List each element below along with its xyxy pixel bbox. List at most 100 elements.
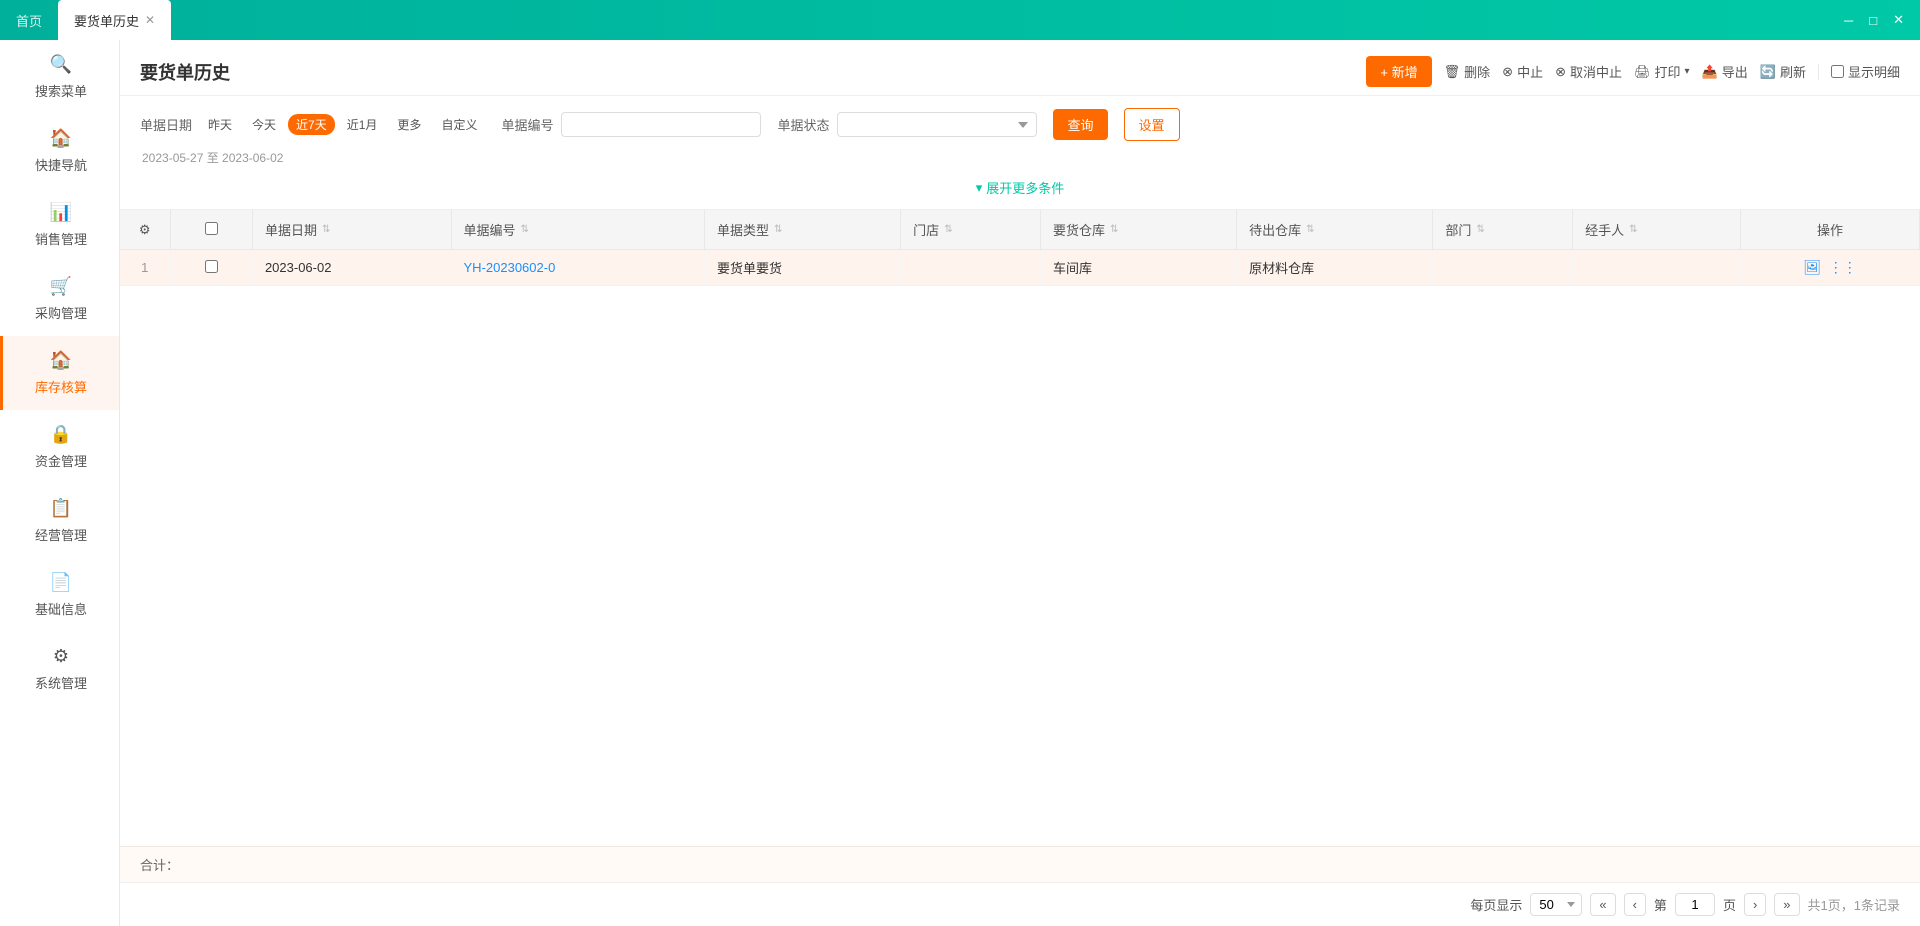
settings-button[interactable]: 设置 [1124,108,1180,141]
refresh-button[interactable]: 🔄 刷新 [1760,62,1806,81]
row-op: 🖼 ⋮⋮ [1741,250,1920,286]
row-from-wh: 车间库 [1040,250,1236,286]
stop-button[interactable]: ⊗ 中止 [1502,62,1543,81]
filter-expand-row: ▾ 展开更多条件 [140,170,1900,197]
minimize-icon[interactable]: ─ [1844,13,1853,28]
cancel-stop-button[interactable]: ⊗ 取消中止 [1555,62,1622,81]
sidebar-item-finance[interactable]: 🔒 资金管理 [0,410,119,484]
row-no-link[interactable]: YH-20230602-0 [464,260,556,275]
docno-filter-label: 单据编号 [501,115,553,134]
date-tabs: 昨天 今天 近7天 近1月 更多 自定义 [200,114,485,135]
handler-sort-icon[interactable]: ⇅ [1629,224,1637,235]
date-tab-today[interactable]: 今天 [244,114,284,135]
sidebar-item-purchase-label: 采购管理 [35,303,87,322]
jump-suffix: 页 [1723,895,1736,914]
expand-filter-button[interactable]: ▾ 展开更多条件 [976,178,1065,197]
print-icon: 🖨 [1634,64,1651,80]
date-tab-custom[interactable]: 自定义 [433,114,485,135]
display-label: 显示明细 [1848,62,1900,81]
new-button[interactable]: + 新增 [1366,56,1431,87]
dept-sort-icon[interactable]: ⇅ [1476,224,1484,235]
table-container: ⚙ 单据日期 ⇅ 单据编号 [120,210,1920,846]
delete-button[interactable]: 🗑 删除 [1444,62,1491,81]
date-tab-7days[interactable]: 近7天 [288,114,335,135]
sidebar-item-inventory[interactable]: 🏠 库存核算 [0,336,119,410]
date-tab-yesterday[interactable]: 昨天 [200,114,240,135]
refresh-label: 刷新 [1780,62,1806,81]
export-label: 导出 [1722,62,1748,81]
sidebar-item-purchase[interactable]: 🛒 采购管理 [0,262,119,336]
row-checkbox[interactable] [205,260,218,273]
print-button[interactable]: 🖨 打印 ▾ [1634,62,1690,81]
row-no[interactable]: YH-20230602-0 [451,250,704,286]
delete-label: 删除 [1464,62,1490,81]
cancel-stop-label: 取消中止 [1570,62,1622,81]
search-menu-icon: 🔍 [50,54,72,75]
delete-icon: 🗑 [1444,64,1461,80]
sidebar-item-operation[interactable]: 📋 经营管理 [0,484,119,558]
sidebar-item-search[interactable]: 🔍 搜索菜单 [0,40,119,114]
page-info: 共1页，1条记录 [1808,895,1900,914]
data-table: ⚙ 单据日期 ⇅ 单据编号 [120,210,1920,286]
sales-icon: 📊 [50,202,72,223]
prev-page-button[interactable]: ‹ [1624,893,1646,916]
main-layout: 🔍 搜索菜单 🏠 快捷导航 📊 销售管理 🛒 采购管理 🏠 库存核算 🔒 资金管… [0,40,1920,926]
sidebar-item-basic[interactable]: 📄 基础信息 [0,558,119,632]
maximize-icon[interactable]: □ [1869,13,1877,28]
pagination: 每页显示 50 10 20 100 « ‹ 第 页 › » 共1页，1条记录 [120,882,1920,926]
display-toggle[interactable]: 显示明细 [1831,62,1900,81]
close-icon[interactable]: ✕ [1893,12,1904,28]
sidebar-item-sales[interactable]: 📊 销售管理 [0,188,119,262]
date-tab-1month[interactable]: 近1月 [339,114,386,135]
stop-icon: ⊗ [1502,64,1513,80]
row-to-wh: 原材料仓库 [1237,250,1433,286]
next-page-button[interactable]: › [1744,893,1766,916]
select-all-checkbox[interactable] [205,222,218,235]
date-tab-more[interactable]: 更多 [389,114,429,135]
summary-label: 合计： [140,855,179,874]
system-icon: ⚙ [53,646,69,667]
sidebar-item-system-label: 系统管理 [35,673,87,692]
finance-icon: 🔒 [50,424,72,445]
type-sort-icon[interactable]: ⇅ [774,224,782,235]
docno-input[interactable] [561,112,761,137]
store-sort-icon[interactable]: ⇅ [944,224,952,235]
sidebar-item-search-label: 搜索菜单 [35,81,87,100]
export-button[interactable]: 📤 导出 [1702,62,1748,81]
tab-close-icon[interactable]: ✕ [145,13,155,27]
first-page-button[interactable]: « [1590,893,1615,916]
status-select[interactable] [837,112,1037,137]
from-wh-sort-icon[interactable]: ⇅ [1110,224,1118,235]
query-button[interactable]: 查询 [1053,109,1107,140]
sidebar-item-system[interactable]: ⚙ 系统管理 [0,632,119,706]
content-area: 要货单历史 + 新增 🗑 删除 ⊗ 中止 ⊗ 取消中止 🖨 打印 [120,40,1920,926]
to-wh-sort-icon[interactable]: ⇅ [1306,224,1314,235]
no-sort-icon[interactable]: ⇅ [521,224,529,235]
to-wh-col-header: 待出仓库 ⇅ [1237,210,1433,250]
date-sort-icon[interactable]: ⇅ [322,224,330,235]
export-icon: 📤 [1702,64,1718,80]
checkbox-col-header[interactable] [170,210,252,250]
table-row: 1 2023-06-02 YH-20230602-0 要货单要货 车间库 原材料… [120,250,1920,286]
date-col-header: 单据日期 ⇅ [252,210,451,250]
page-input[interactable] [1675,893,1715,916]
tab-doc-history[interactable]: 要货单历史 ✕ [58,0,171,40]
row-checkbox-cell[interactable] [170,250,252,286]
sidebar-item-quicknav-label: 快捷导航 [35,155,87,174]
tab-home[interactable]: 首页 [0,0,58,40]
row-op-edit[interactable]: ⋮⋮ [1829,259,1857,275]
sidebar-item-quicknav[interactable]: 🏠 快捷导航 [0,114,119,188]
row-op-view[interactable]: 🖼 [1803,259,1821,275]
page-size-select[interactable]: 50 10 20 100 [1530,893,1582,916]
display-checkbox[interactable] [1831,65,1844,78]
tab-home-label: 首页 [16,11,42,30]
last-page-button[interactable]: » [1774,893,1799,916]
filter-group-status: 单据状态 [777,112,1037,137]
page-title: 要货单历史 [140,59,230,85]
settings-col-header[interactable]: ⚙ [120,210,170,250]
table-header-row: ⚙ 单据日期 ⇅ 单据编号 [120,210,1920,250]
print-label: 打印 [1655,62,1681,81]
table-footer: 合计： [120,846,1920,882]
filter-date-range-row: 2023-05-27 至 2023-06-02 [140,145,1900,166]
row-dept [1433,250,1573,286]
